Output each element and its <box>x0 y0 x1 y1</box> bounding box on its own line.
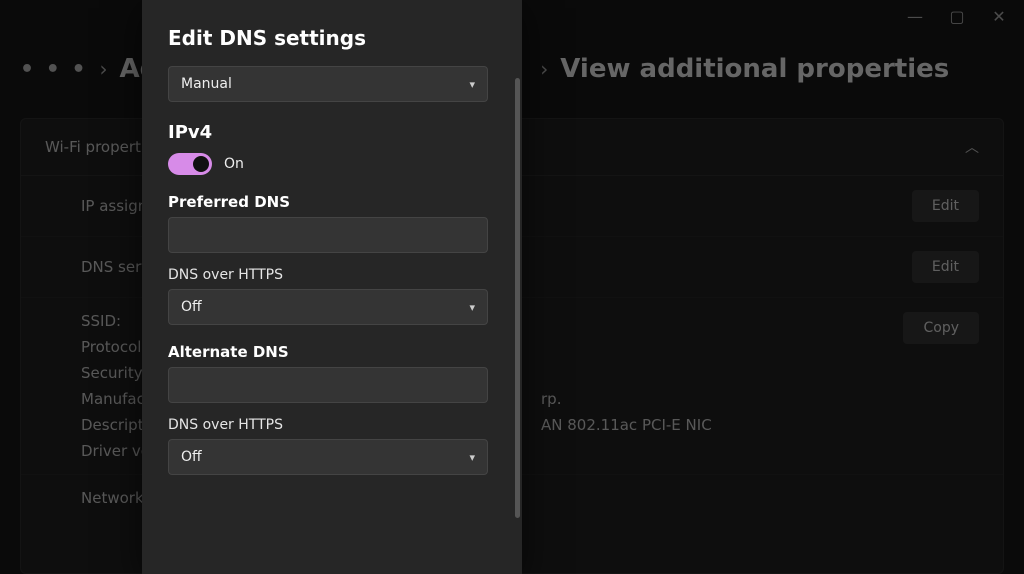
ipv4-toggle-label: On <box>224 156 244 172</box>
doh2-select[interactable]: Off ▾ <box>168 439 488 475</box>
alternate-dns-field[interactable] <box>181 368 475 402</box>
alternate-dns-label: Alternate DNS <box>168 343 496 361</box>
dns-mode-value: Manual <box>181 76 232 92</box>
doh1-label: DNS over HTTPS <box>168 267 496 283</box>
doh1-select[interactable]: Off ▾ <box>168 289 488 325</box>
dialog-scrollbar[interactable] <box>515 78 520 518</box>
ipv4-heading: IPv4 <box>168 122 496 143</box>
preferred-dns-input[interactable] <box>168 217 488 253</box>
chevron-down-icon: ▾ <box>469 301 475 314</box>
ipv4-toggle-row: On <box>168 153 496 175</box>
alternate-dns-input[interactable] <box>168 367 488 403</box>
doh1-value: Off <box>181 299 202 315</box>
doh2-value: Off <box>181 449 202 465</box>
chevron-down-icon: ▾ <box>469 78 475 91</box>
preferred-dns-field[interactable] <box>181 218 475 252</box>
toggle-knob <box>193 156 209 172</box>
dialog-title: Edit DNS settings <box>168 26 496 50</box>
preferred-dns-label: Preferred DNS <box>168 193 496 211</box>
ipv4-toggle[interactable] <box>168 153 212 175</box>
chevron-down-icon: ▾ <box>469 451 475 464</box>
dns-mode-select[interactable]: Manual ▾ <box>168 66 488 102</box>
doh2-label: DNS over HTTPS <box>168 417 496 433</box>
edit-dns-dialog: Edit DNS settings Manual ▾ IPv4 On Prefe… <box>142 0 522 574</box>
